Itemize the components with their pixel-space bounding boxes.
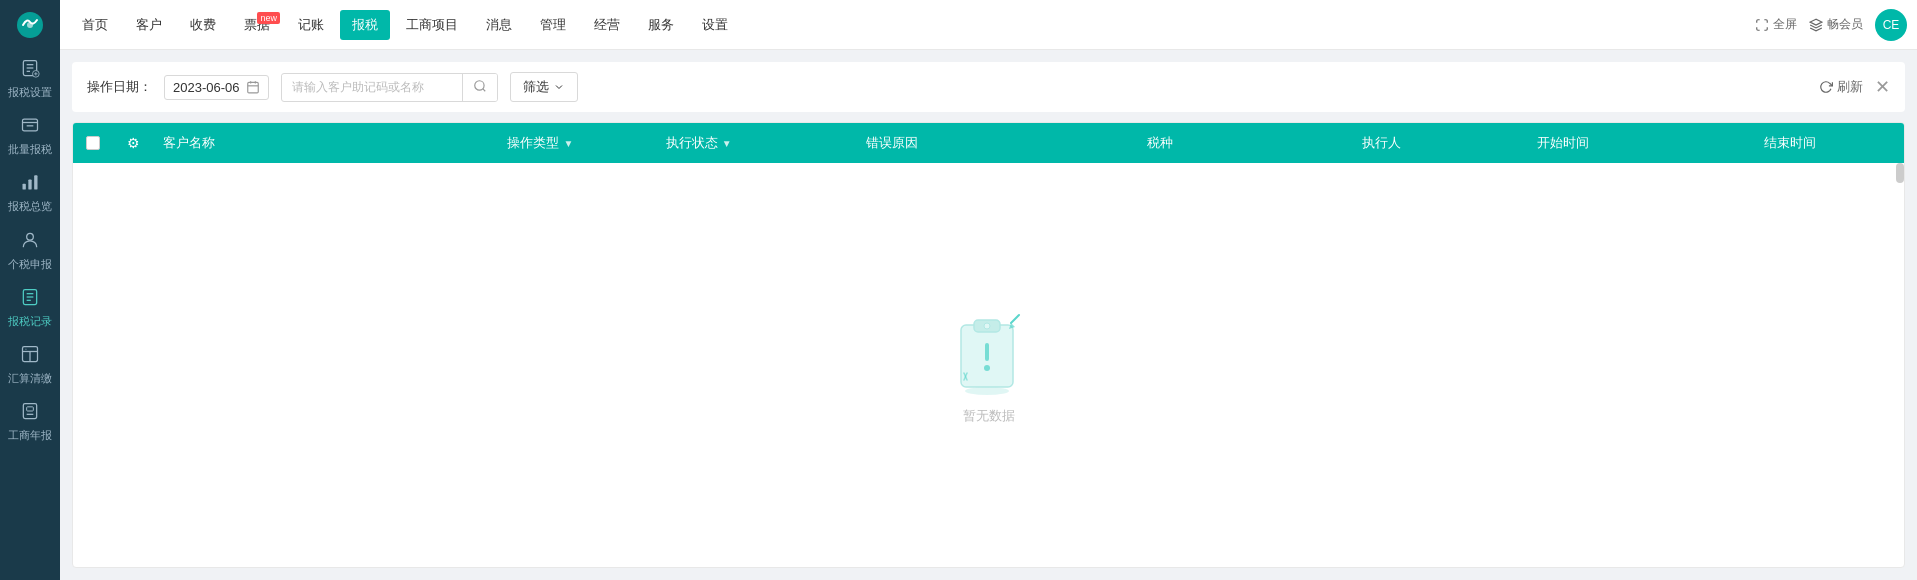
- nav-item-homepage[interactable]: 首页: [70, 10, 120, 40]
- th-error: 错误原因: [778, 126, 1006, 160]
- svg-point-13: [27, 233, 34, 240]
- main-area: 首页 客户 收费 票据 new 记账 报税 工商项目 消息 管理 经营 服务 设…: [60, 0, 1917, 580]
- th-tax: 税种: [1005, 126, 1313, 160]
- gongshang-nianbao-icon: [20, 401, 40, 426]
- sidebar-logo: [0, 0, 60, 50]
- sidebar-item-label: 汇算清缴: [8, 372, 52, 385]
- calendar-icon: [246, 80, 260, 94]
- close-button[interactable]: ✕: [1875, 78, 1890, 96]
- refresh-icon: [1819, 80, 1833, 94]
- th-status: 执行状态 ▼: [620, 126, 778, 160]
- refresh-button[interactable]: 刷新: [1819, 78, 1863, 96]
- sidebar: 报税设置 批量报税 报税总览 个税申报: [0, 0, 60, 580]
- sidebar-item-baoshui-zonglang[interactable]: 报税总览: [0, 164, 60, 221]
- svg-point-33: [984, 323, 990, 329]
- baoshui-zonglang-icon: [20, 172, 40, 197]
- svg-point-1: [27, 22, 33, 28]
- svg-rect-23: [27, 407, 34, 411]
- th-start: 开始时间: [1449, 126, 1677, 160]
- svg-rect-34: [985, 343, 989, 361]
- nav-item-guanli[interactable]: 管理: [528, 10, 578, 40]
- nav-item-xiaoxi[interactable]: 消息: [474, 10, 524, 40]
- fullscreen-icon: [1755, 18, 1769, 32]
- member-icon: [1809, 18, 1823, 32]
- date-picker[interactable]: 2023-06-06: [164, 75, 269, 100]
- sidebar-item-label: 批量报税: [8, 143, 52, 156]
- topnav-items: 首页 客户 收费 票据 new 记账 报税 工商项目 消息 管理 经营 服务 设…: [70, 10, 1755, 40]
- nav-item-piaoju[interactable]: 票据 new: [232, 10, 282, 40]
- sidebar-item-geshui-shenbao[interactable]: 个税申报: [0, 222, 60, 279]
- svg-point-35: [984, 365, 990, 371]
- op-type-sort-icon[interactable]: ▼: [563, 138, 573, 149]
- search-input[interactable]: [282, 75, 462, 99]
- empty-state: 暂无数据: [919, 275, 1059, 455]
- date-label: 操作日期：: [87, 78, 152, 96]
- chevron-down-icon: [553, 81, 565, 93]
- svg-text:+: +: [25, 347, 27, 351]
- sidebar-item-huisuan-qingjiao[interactable]: + 汇算清缴: [0, 336, 60, 393]
- user-avatar[interactable]: CE: [1875, 9, 1907, 41]
- sidebar-item-label: 报税记录: [8, 315, 52, 328]
- svg-line-36: [1011, 315, 1019, 323]
- topnav-right: 全屏 畅会员 CE: [1755, 9, 1907, 41]
- filter-button[interactable]: 筛选: [510, 72, 578, 102]
- sidebar-item-piliang-baoshui[interactable]: 批量报税: [0, 107, 60, 164]
- svg-point-29: [474, 80, 483, 89]
- th-check: [73, 128, 113, 158]
- baoshui-jilu-icon: [20, 287, 40, 312]
- svg-point-38: [965, 387, 1009, 395]
- sidebar-item-baoshui-jilu[interactable]: 报税记录: [0, 279, 60, 336]
- table-scrollbar[interactable]: [1896, 163, 1904, 183]
- empty-illustration: [949, 305, 1029, 395]
- content-area: 操作日期： 2023-06-06: [60, 50, 1917, 580]
- nav-item-gongshang[interactable]: 工商项目: [394, 10, 470, 40]
- nav-item-jingying[interactable]: 经营: [582, 10, 632, 40]
- search-button[interactable]: [462, 74, 497, 101]
- table-body: 暂无数据: [73, 163, 1904, 567]
- empty-text: 暂无数据: [963, 407, 1015, 425]
- sidebar-item-label: 工商年报: [8, 429, 52, 442]
- svg-rect-10: [23, 184, 26, 190]
- table-container: ⚙ 客户名称 操作类型 ▼ 执行状态 ▼ 错误原因: [72, 122, 1905, 568]
- member-button[interactable]: 畅会员: [1809, 16, 1863, 33]
- geshui-shenbao-icon: [20, 230, 40, 255]
- svg-rect-11: [28, 180, 31, 190]
- svg-rect-25: [247, 82, 258, 93]
- huisuan-qingjiao-icon: +: [20, 344, 40, 369]
- piaoju-badge: new: [257, 12, 280, 25]
- th-end: 结束时间: [1676, 126, 1904, 160]
- th-op: 操作类型 ▼: [461, 126, 619, 160]
- sidebar-item-baoshui-shezhi[interactable]: 报税设置: [0, 50, 60, 107]
- topnav: 首页 客户 收费 票据 new 记账 报税 工商项目 消息 管理 经营 服务 设…: [60, 0, 1917, 50]
- search-icon: [473, 79, 487, 93]
- exec-status-sort-icon[interactable]: ▼: [722, 138, 732, 149]
- select-all-checkbox[interactable]: [86, 136, 100, 150]
- nav-item-customer[interactable]: 客户: [124, 10, 174, 40]
- fullscreen-button[interactable]: 全屏: [1755, 16, 1797, 33]
- th-executor: 执行人: [1314, 126, 1449, 160]
- toolbar: 操作日期： 2023-06-06: [72, 62, 1905, 112]
- nav-item-baoshui[interactable]: 报税: [340, 10, 390, 40]
- nav-item-shoufei[interactable]: 收费: [178, 10, 228, 40]
- th-gear: ⚙: [113, 127, 153, 159]
- svg-rect-12: [34, 176, 37, 190]
- main-content: 操作日期： 2023-06-06: [60, 50, 1917, 580]
- nav-item-shezhi[interactable]: 设置: [690, 10, 740, 40]
- nav-item-jizhan[interactable]: 记账: [286, 10, 336, 40]
- th-name: 客户名称: [153, 126, 461, 160]
- piliang-baoshui-icon: [20, 115, 40, 140]
- date-value: 2023-06-06: [173, 80, 240, 95]
- settings-icon[interactable]: ⚙: [127, 135, 140, 151]
- sidebar-item-gongshang-nianbao[interactable]: 工商年报: [0, 393, 60, 450]
- svg-line-30: [482, 88, 485, 91]
- svg-rect-9: [23, 119, 38, 131]
- search-box: [281, 73, 498, 102]
- table-header: ⚙ 客户名称 操作类型 ▼ 执行状态 ▼ 错误原因: [73, 123, 1904, 163]
- sidebar-item-label: 报税总览: [8, 200, 52, 213]
- nav-item-fuwu[interactable]: 服务: [636, 10, 686, 40]
- sidebar-item-label: 个税申报: [8, 258, 52, 271]
- sidebar-item-label: 报税设置: [8, 86, 52, 99]
- baoshui-shezhi-icon: [20, 58, 40, 83]
